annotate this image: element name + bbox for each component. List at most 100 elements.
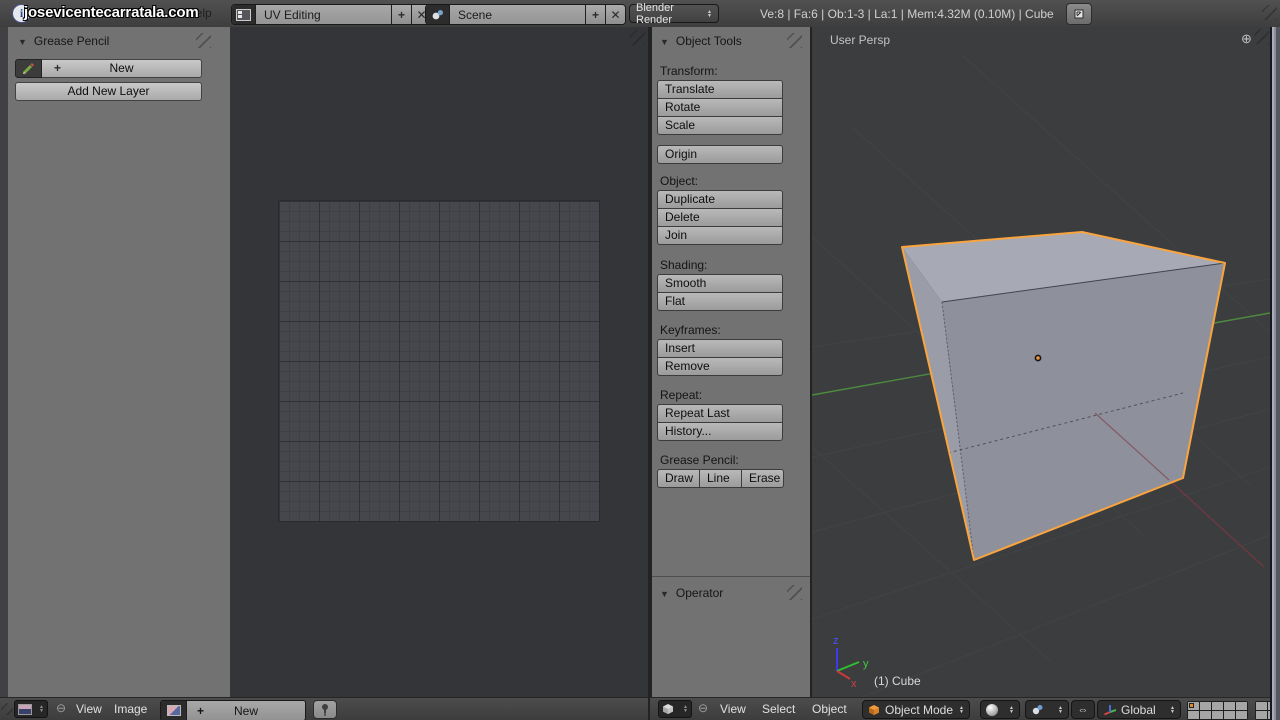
operator-panel-header[interactable]: ▼ Operator bbox=[660, 586, 723, 600]
cube-front-face bbox=[942, 263, 1225, 560]
scene-icon[interactable] bbox=[426, 5, 449, 24]
layer-cell[interactable] bbox=[1224, 702, 1235, 710]
right-region-edge[interactable] bbox=[1270, 27, 1280, 720]
header-corner-grip[interactable] bbox=[1262, 5, 1277, 20]
viewport-shading-dropdown[interactable]: ▲ ▼ bbox=[980, 700, 1020, 719]
window-duplicate-button[interactable] bbox=[1066, 3, 1092, 25]
grease-pencil-panel-header[interactable]: ▼ Grease Pencil bbox=[18, 34, 109, 48]
grease-pencil-new-button[interactable]: + New bbox=[42, 59, 202, 78]
browse-image-icon-button[interactable] bbox=[161, 701, 186, 720]
layer-buttons-group-1[interactable] bbox=[1187, 701, 1248, 720]
grease-pencil-panel-grip[interactable] bbox=[196, 33, 211, 48]
insert-keyframe-button[interactable]: Insert bbox=[657, 339, 783, 358]
collapse-menus-icon[interactable]: ⊖ bbox=[698, 701, 708, 715]
layer-cell[interactable] bbox=[1236, 711, 1247, 719]
editor-type-button-image[interactable]: ▲ ▼ bbox=[14, 700, 48, 718]
object-mode-cube-icon bbox=[869, 704, 879, 715]
vp-view-menu[interactable]: View bbox=[716, 698, 750, 720]
gp-erase-button[interactable]: Erase bbox=[741, 469, 784, 488]
gp-draw-button[interactable]: Draw bbox=[657, 469, 700, 488]
layer-cell[interactable] bbox=[1188, 711, 1199, 719]
viewport-footer: ▲ ▼ ⊖ View Select Object Object Mode ▲ ▼ ▲… bbox=[648, 697, 1280, 720]
uv-editor-footer: ▲ ▼ ⊖ View Image + New bbox=[0, 697, 648, 720]
panel-collapse-icon[interactable]: ▼ bbox=[660, 37, 669, 47]
smooth-button[interactable]: Smooth bbox=[657, 274, 783, 293]
grease-pencil-draw-icon-button[interactable] bbox=[15, 59, 42, 78]
image-editor-icon bbox=[18, 703, 32, 715]
layer-cell[interactable] bbox=[1236, 702, 1247, 710]
editor-type-button-3d[interactable]: ▲ ▼ bbox=[658, 700, 692, 718]
delete-button[interactable]: Delete bbox=[657, 208, 783, 227]
translate-button[interactable]: Translate bbox=[657, 80, 783, 99]
viewport-corner-grip[interactable] bbox=[1254, 29, 1269, 44]
object-tools-panel-grip[interactable] bbox=[787, 33, 802, 48]
scale-button[interactable]: Scale bbox=[657, 116, 783, 135]
uv-editor-corner-grip[interactable] bbox=[630, 30, 645, 45]
workspace-selector[interactable]: UV Editing + ✕ bbox=[231, 4, 432, 25]
render-engine-dropdown[interactable]: Blender Render ▲ ▼ bbox=[629, 1, 719, 26]
layer-cell[interactable] bbox=[1256, 702, 1267, 710]
uv-image-editor-canvas[interactable] bbox=[230, 27, 648, 697]
flat-button[interactable]: Flat bbox=[657, 292, 783, 311]
add-scene-button[interactable]: + bbox=[585, 5, 605, 24]
layer-cell[interactable] bbox=[1212, 702, 1223, 710]
object-tools-title: Object Tools bbox=[675, 34, 742, 48]
interaction-mode-dropdown[interactable]: Object Mode ▲ ▼ bbox=[862, 700, 970, 719]
uv-grid bbox=[278, 200, 600, 522]
join-button[interactable]: Join bbox=[657, 226, 783, 245]
image-icon bbox=[166, 705, 181, 716]
uv-image-menu[interactable]: Image bbox=[110, 698, 151, 720]
shading-sphere-icon bbox=[986, 703, 998, 716]
dropdown-arrows-icon: ▲ ▼ bbox=[1170, 704, 1175, 715]
layer-cell[interactable] bbox=[1200, 702, 1211, 710]
operator-panel-title: Operator bbox=[675, 586, 724, 600]
rotate-button[interactable]: Rotate bbox=[657, 98, 783, 117]
cube-object[interactable] bbox=[901, 231, 1226, 561]
vp-object-menu[interactable]: Object bbox=[808, 698, 851, 720]
layer-cell[interactable] bbox=[1256, 711, 1267, 719]
workspace-name-field[interactable]: UV Editing bbox=[255, 5, 391, 24]
add-new-layer-button[interactable]: Add New Layer bbox=[15, 82, 202, 101]
remove-keyframe-button[interactable]: Remove bbox=[657, 357, 783, 376]
object-section-label: Object: bbox=[660, 174, 699, 188]
vp-select-menu[interactable]: Select bbox=[758, 698, 799, 720]
add-workspace-button[interactable]: + bbox=[391, 5, 411, 24]
layer-cell[interactable] bbox=[1212, 711, 1223, 719]
collapse-menus-icon[interactable]: ⊖ bbox=[56, 701, 66, 715]
origin-button[interactable]: Origin bbox=[657, 145, 783, 164]
window-icon bbox=[1074, 9, 1084, 19]
viewport-3d[interactable]: z y x User Persp ⊕ (1) Cube bbox=[812, 27, 1270, 697]
uv-view-menu[interactable]: View bbox=[72, 698, 106, 720]
panel-collapse-icon[interactable]: ▼ bbox=[18, 37, 27, 47]
operator-panel-grip[interactable] bbox=[787, 585, 802, 600]
pin-icon bbox=[322, 703, 328, 716]
dropdown-arrows-icon: ▲ ▼ bbox=[1058, 704, 1063, 715]
scene-name-field[interactable]: Scene bbox=[449, 5, 585, 24]
grease-pencil-shelf: ▼ Grease Pencil + New Add New Layer bbox=[8, 27, 230, 697]
transform-orientation-dropdown[interactable]: Global ▲ ▼ bbox=[1097, 700, 1181, 719]
uv-footer-corner-grip[interactable] bbox=[1, 703, 13, 715]
proportional-edit-button[interactable]: ⇔ bbox=[1071, 700, 1095, 719]
close-scene-button[interactable]: ✕ bbox=[605, 5, 625, 24]
duplicate-button[interactable]: Duplicate bbox=[657, 190, 783, 209]
plus-icon: + bbox=[54, 61, 62, 75]
pivot-point-dropdown[interactable]: ▲ ▼ bbox=[1025, 700, 1069, 719]
screen-layout-icon[interactable] bbox=[232, 5, 255, 24]
pin-image-button[interactable] bbox=[313, 700, 337, 719]
keyframes-section-label: Keyframes: bbox=[660, 323, 721, 337]
history-button[interactable]: History... bbox=[657, 422, 783, 441]
gp-line-button[interactable]: Line bbox=[699, 469, 742, 488]
scene-selector[interactable]: Scene + ✕ bbox=[425, 4, 626, 25]
layer-cell[interactable] bbox=[1224, 711, 1235, 719]
add-properties-region-icon[interactable]: ⊕ bbox=[1241, 31, 1252, 47]
object-tools-panel-header[interactable]: ▼ Object Tools bbox=[660, 34, 742, 48]
panel-collapse-icon[interactable]: ▼ bbox=[660, 589, 669, 599]
left-window-edge bbox=[0, 27, 8, 697]
layer-cell-active[interactable] bbox=[1188, 702, 1199, 710]
new-image-button[interactable]: + New bbox=[186, 701, 305, 720]
layer-cell[interactable] bbox=[1200, 711, 1211, 719]
repeat-last-button[interactable]: Repeat Last bbox=[657, 404, 783, 423]
render-engine-value: Blender Render bbox=[636, 1, 674, 26]
editor-type-arrows-icon: ▲ ▼ bbox=[39, 704, 44, 714]
pencil-icon bbox=[22, 62, 35, 75]
